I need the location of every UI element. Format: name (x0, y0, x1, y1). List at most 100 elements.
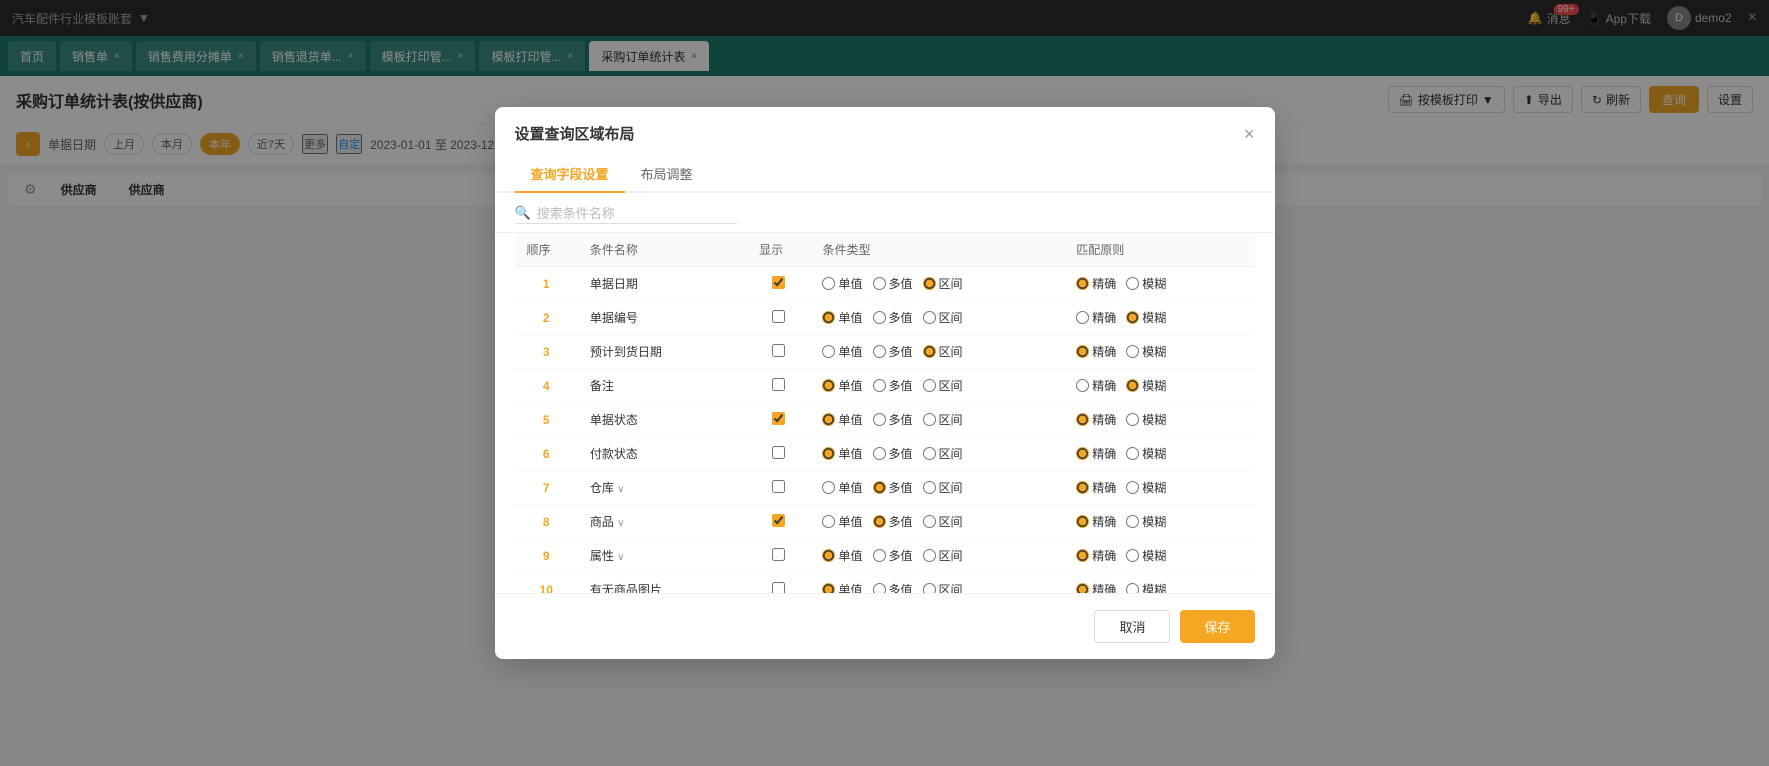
type-radio-item[interactable]: 单值 (822, 377, 862, 394)
expand-icon[interactable]: ∨ (617, 484, 624, 495)
type-radio-item[interactable]: 单值 (822, 275, 862, 292)
type-radio-item[interactable]: 多值 (873, 377, 913, 394)
type-radio[interactable] (873, 277, 886, 290)
match-radio[interactable] (1126, 379, 1139, 392)
match-radio[interactable] (1076, 481, 1089, 494)
display-checkbox[interactable] (772, 412, 785, 425)
display-checkbox[interactable] (772, 310, 785, 323)
match-radio-item[interactable]: 精确 (1076, 581, 1116, 593)
dialog-close-btn[interactable]: × (1244, 125, 1255, 143)
type-radio-item[interactable]: 单值 (822, 445, 862, 462)
match-radio-item[interactable]: 模糊 (1126, 411, 1166, 428)
match-radio[interactable] (1076, 515, 1089, 528)
type-radio-item[interactable]: 多值 (873, 343, 913, 360)
match-radio-item[interactable]: 精确 (1076, 343, 1116, 360)
save-btn[interactable]: 保存 (1180, 610, 1254, 643)
match-radio[interactable] (1126, 549, 1139, 562)
match-radio[interactable] (1076, 413, 1089, 426)
type-radio[interactable] (923, 311, 936, 324)
search-input[interactable] (537, 206, 737, 221)
display-checkbox[interactable] (772, 276, 785, 289)
match-radio-item[interactable]: 精确 (1076, 411, 1116, 428)
display-checkbox[interactable] (772, 514, 785, 527)
match-radio[interactable] (1126, 481, 1139, 494)
display-checkbox[interactable] (772, 344, 785, 357)
match-radio[interactable] (1126, 413, 1139, 426)
type-radio-item[interactable]: 多值 (873, 547, 913, 564)
match-radio[interactable] (1076, 549, 1089, 562)
type-radio-item[interactable]: 区间 (923, 275, 963, 292)
type-radio-item[interactable]: 多值 (873, 411, 913, 428)
match-radio-item[interactable]: 模糊 (1126, 581, 1166, 593)
match-radio[interactable] (1076, 345, 1089, 358)
type-radio-item[interactable]: 多值 (873, 445, 913, 462)
type-radio[interactable] (822, 583, 835, 593)
type-radio-item[interactable]: 区间 (923, 411, 963, 428)
cancel-btn[interactable]: 取消 (1094, 610, 1170, 643)
type-radio[interactable] (873, 311, 886, 324)
type-radio[interactable] (923, 583, 936, 593)
match-radio-item[interactable]: 精确 (1076, 513, 1116, 530)
type-radio[interactable] (822, 515, 835, 528)
type-radio[interactable] (822, 447, 835, 460)
type-radio[interactable] (923, 345, 936, 358)
type-radio[interactable] (822, 345, 835, 358)
match-radio[interactable] (1076, 379, 1089, 392)
type-radio[interactable] (923, 413, 936, 426)
type-radio[interactable] (873, 583, 886, 593)
type-radio[interactable] (873, 549, 886, 562)
type-radio[interactable] (873, 413, 886, 426)
type-radio-item[interactable]: 多值 (873, 513, 913, 530)
type-radio[interactable] (873, 345, 886, 358)
type-radio-item[interactable]: 单值 (822, 513, 862, 530)
type-radio-item[interactable]: 区间 (923, 513, 963, 530)
match-radio-item[interactable]: 模糊 (1126, 547, 1166, 564)
match-radio-item[interactable]: 模糊 (1126, 275, 1166, 292)
match-radio[interactable] (1126, 447, 1139, 460)
type-radio[interactable] (822, 481, 835, 494)
match-radio[interactable] (1076, 447, 1089, 460)
type-radio[interactable] (873, 515, 886, 528)
match-radio-item[interactable]: 精确 (1076, 479, 1116, 496)
match-radio[interactable] (1126, 311, 1139, 324)
type-radio[interactable] (822, 379, 835, 392)
match-radio-item[interactable]: 精确 (1076, 309, 1116, 326)
type-radio-item[interactable]: 单值 (822, 479, 862, 496)
display-checkbox[interactable] (772, 480, 785, 493)
type-radio[interactable] (822, 549, 835, 562)
match-radio[interactable] (1126, 515, 1139, 528)
display-checkbox[interactable] (772, 582, 785, 594)
type-radio-item[interactable]: 单值 (822, 411, 862, 428)
match-radio[interactable] (1126, 583, 1139, 593)
match-radio-item[interactable]: 模糊 (1126, 309, 1166, 326)
type-radio-item[interactable]: 单值 (822, 309, 862, 326)
match-radio[interactable] (1076, 311, 1089, 324)
match-radio-item[interactable]: 模糊 (1126, 343, 1166, 360)
match-radio-item[interactable]: 精确 (1076, 377, 1116, 394)
type-radio-item[interactable]: 多值 (873, 581, 913, 593)
type-radio[interactable] (923, 277, 936, 290)
dialog-tab-query-fields[interactable]: 查询字段设置 (515, 156, 625, 193)
type-radio[interactable] (822, 413, 835, 426)
match-radio-item[interactable]: 精确 (1076, 445, 1116, 462)
type-radio-item[interactable]: 单值 (822, 547, 862, 564)
type-radio-item[interactable]: 区间 (923, 377, 963, 394)
type-radio[interactable] (873, 447, 886, 460)
match-radio-item[interactable]: 模糊 (1126, 377, 1166, 394)
type-radio[interactable] (923, 481, 936, 494)
match-radio-item[interactable]: 精确 (1076, 275, 1116, 292)
type-radio-item[interactable]: 单值 (822, 343, 862, 360)
match-radio-item[interactable]: 模糊 (1126, 513, 1166, 530)
match-radio[interactable] (1076, 277, 1089, 290)
match-radio-item[interactable]: 精确 (1076, 547, 1116, 564)
type-radio-item[interactable]: 多值 (873, 309, 913, 326)
type-radio-item[interactable]: 区间 (923, 547, 963, 564)
display-checkbox[interactable] (772, 378, 785, 391)
type-radio[interactable] (923, 447, 936, 460)
type-radio-item[interactable]: 区间 (923, 581, 963, 593)
match-radio[interactable] (1126, 277, 1139, 290)
match-radio[interactable] (1076, 583, 1089, 593)
type-radio[interactable] (822, 277, 835, 290)
type-radio-item[interactable]: 区间 (923, 309, 963, 326)
type-radio[interactable] (873, 481, 886, 494)
